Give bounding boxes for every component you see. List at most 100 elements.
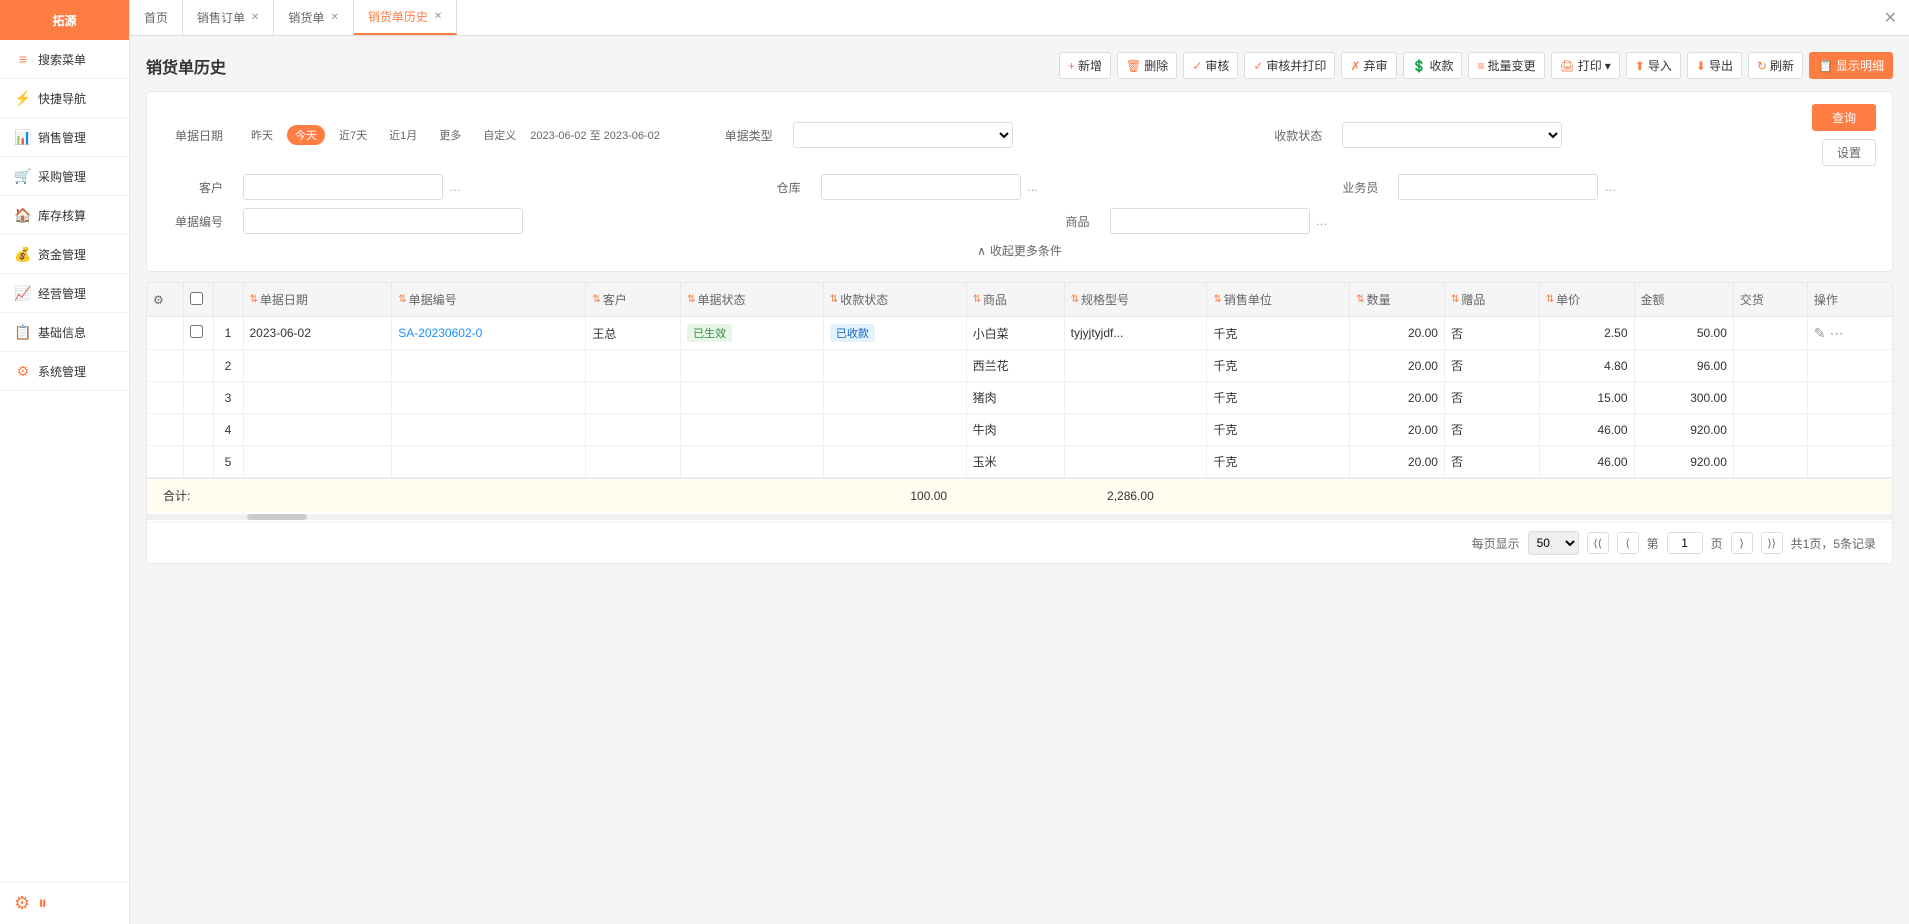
- last-page-button[interactable]: ⟩⟩: [1761, 532, 1783, 554]
- select-all-checkbox[interactable]: [190, 292, 203, 305]
- payment-status-select[interactable]: [1342, 122, 1562, 148]
- tab-sales-delivery-close[interactable]: ✕: [330, 12, 338, 23]
- warehouse-input[interactable]: [821, 174, 1021, 200]
- product-input[interactable]: [1110, 208, 1310, 234]
- price-cell: 2.50: [1539, 317, 1634, 350]
- row-checkbox[interactable]: [190, 325, 203, 338]
- sidebar-item-search-menu-label: 搜索菜单: [38, 51, 86, 68]
- more-icon[interactable]: ⋯: [1830, 325, 1844, 342]
- new-button[interactable]: + 新增: [1059, 52, 1111, 79]
- col-price[interactable]: ⇅单价: [1539, 283, 1634, 317]
- doc-type-select[interactable]: [793, 122, 1013, 148]
- setting-button[interactable]: 设置: [1822, 139, 1876, 166]
- tab-sales-history[interactable]: 销货单历史 ✕: [354, 0, 457, 35]
- table-settings-icon[interactable]: ⚙: [153, 293, 164, 307]
- col-doc-date[interactable]: ⇅单据日期: [243, 283, 392, 317]
- sidebar-item-ops[interactable]: 📈 经营管理: [0, 274, 129, 313]
- col-doc-status[interactable]: ⇅单据状态: [681, 283, 824, 317]
- col-customer[interactable]: ⇅客户: [586, 283, 681, 317]
- ops-icon: 📈: [14, 284, 32, 302]
- col-gift[interactable]: ⇅赠品: [1444, 283, 1539, 317]
- show-detail-button[interactable]: 📋 显示明细: [1809, 52, 1893, 79]
- sidebar-item-basic-info[interactable]: 📋 基础信息: [0, 313, 129, 352]
- date-chip-7days[interactable]: 近7天: [331, 125, 375, 145]
- customer-ellipsis[interactable]: …: [449, 180, 461, 194]
- horizontal-scrollbar[interactable]: [147, 514, 1892, 520]
- col-unit[interactable]: ⇅销售单位: [1207, 283, 1350, 317]
- table-row: 3 猪肉 千克 20.00 否 15.00 300.00: [147, 382, 1892, 414]
- sidebar-item-finance[interactable]: 💰 资金管理: [0, 235, 129, 274]
- gift-sort-icon: ⇅: [1451, 294, 1459, 305]
- prev-page-button[interactable]: ⟨: [1617, 532, 1639, 554]
- warehouse-ellipsis[interactable]: …: [1027, 180, 1039, 194]
- sidebar-item-sys-mgmt[interactable]: ⚙ 系统管理: [0, 352, 129, 391]
- query-button[interactable]: 查询: [1812, 104, 1876, 131]
- table-settings-col[interactable]: ⚙: [147, 283, 183, 317]
- collect-button[interactable]: 💲 收款: [1403, 52, 1463, 79]
- sidebar-item-purchase-label: 采购管理: [38, 168, 86, 185]
- audit-print-button[interactable]: ✓ 审核并打印: [1244, 52, 1335, 79]
- sidebar-footer-settings-icon[interactable]: ⚙: [14, 893, 30, 914]
- table-num-col: [213, 283, 243, 317]
- col-qty[interactable]: ⇅数量: [1350, 283, 1445, 317]
- date-chip-custom[interactable]: 自定义: [475, 125, 524, 145]
- staff-input[interactable]: [1398, 174, 1598, 200]
- window-close-button[interactable]: ✕: [1872, 8, 1909, 28]
- sidebar-item-sales-mgmt[interactable]: 📊 销售管理: [0, 118, 129, 157]
- first-page-button[interactable]: ⟨⟨: [1587, 532, 1609, 554]
- tab-sales-history-close[interactable]: ✕: [434, 11, 442, 22]
- checkbox-cell: [183, 317, 213, 350]
- amount-cell: 920.00: [1634, 446, 1733, 478]
- export-icon: ⬇: [1696, 59, 1706, 73]
- abandon-button[interactable]: ✗ 弃审: [1341, 52, 1396, 79]
- data-table: ⚙ ⇅单据日期 ⇅单据编号 ⇅客户: [147, 283, 1892, 478]
- sidebar-item-purchase-mgmt[interactable]: 🛒 采购管理: [0, 157, 129, 196]
- sidebar-item-search-menu[interactable]: ≡ 搜索菜单: [0, 40, 129, 79]
- sidebar-footer-pause-icon[interactable]: ⏸: [38, 893, 47, 914]
- edit-icon[interactable]: ✎: [1814, 325, 1826, 342]
- page-number-input[interactable]: 1: [1667, 532, 1703, 554]
- date-chips-field: 昨天 今天 近7天 近1月 更多 自定义 2023-06-02 至 2023-0…: [243, 125, 693, 145]
- doc-no-link[interactable]: SA-20230602-0: [398, 326, 482, 340]
- next-page-button[interactable]: ⟩: [1731, 532, 1753, 554]
- tab-sales-order[interactable]: 销售订单 ✕: [183, 0, 274, 35]
- qty-cell: 20.00: [1350, 414, 1445, 446]
- page-size-select[interactable]: 50 100 200: [1528, 531, 1579, 555]
- refresh-button[interactable]: ↻ 刷新: [1748, 52, 1803, 79]
- gift-cell: 否: [1444, 382, 1539, 414]
- import-button[interactable]: ⬆ 导入: [1626, 52, 1681, 79]
- amount-cell: 50.00: [1634, 317, 1733, 350]
- doc-date-cell: [243, 350, 392, 382]
- payment-status-label: 收款状态: [1262, 127, 1322, 144]
- date-chip-yesterday[interactable]: 昨天: [243, 125, 281, 145]
- customer-input[interactable]: [243, 174, 443, 200]
- print-button[interactable]: 🖨 打印 ▾: [1551, 52, 1620, 79]
- staff-ellipsis[interactable]: …: [1604, 180, 1616, 194]
- delete-button[interactable]: 🗑 删除: [1117, 52, 1177, 79]
- col-product[interactable]: ⇅商品: [966, 283, 1064, 317]
- pay-status-sort-icon: ⇅: [830, 294, 838, 305]
- sidebar-item-inventory[interactable]: 🏠 库存核算: [0, 196, 129, 235]
- docno-input[interactable]: [243, 208, 523, 234]
- col-doc-no[interactable]: ⇅单据编号: [392, 283, 586, 317]
- col-pay-status[interactable]: ⇅收款状态: [823, 283, 966, 317]
- batch-change-button[interactable]: ≡ 批量变更: [1468, 52, 1544, 79]
- product-ellipsis[interactable]: …: [1316, 214, 1328, 228]
- doc-status-sort-icon: ⇅: [687, 294, 695, 305]
- tab-home[interactable]: 首页: [130, 0, 183, 35]
- spec-sort-icon: ⇅: [1071, 294, 1079, 305]
- sidebar-header: 拓源: [0, 0, 129, 40]
- date-chip-more[interactable]: 更多: [431, 125, 469, 145]
- audit-button[interactable]: ✓ 审核: [1183, 52, 1238, 79]
- tab-sales-delivery[interactable]: 销货单 ✕: [274, 0, 353, 35]
- table-row: 2 西兰花 千克 20.00 否 4.80 96.00: [147, 350, 1892, 382]
- export-button[interactable]: ⬇ 导出: [1687, 52, 1742, 79]
- sidebar-item-inventory-label: 库存核算: [38, 207, 86, 224]
- tab-sales-order-close[interactable]: ✕: [251, 12, 259, 23]
- collapse-button[interactable]: ∧ 收起更多条件: [163, 242, 1876, 259]
- date-chip-today[interactable]: 今天: [287, 125, 325, 145]
- date-chip-1month[interactable]: 近1月: [381, 125, 425, 145]
- col-spec[interactable]: ⇅规格型号: [1064, 283, 1207, 317]
- abandon-icon: ✗: [1350, 59, 1360, 73]
- sidebar-item-quick-nav[interactable]: ⚡ 快捷导航: [0, 79, 129, 118]
